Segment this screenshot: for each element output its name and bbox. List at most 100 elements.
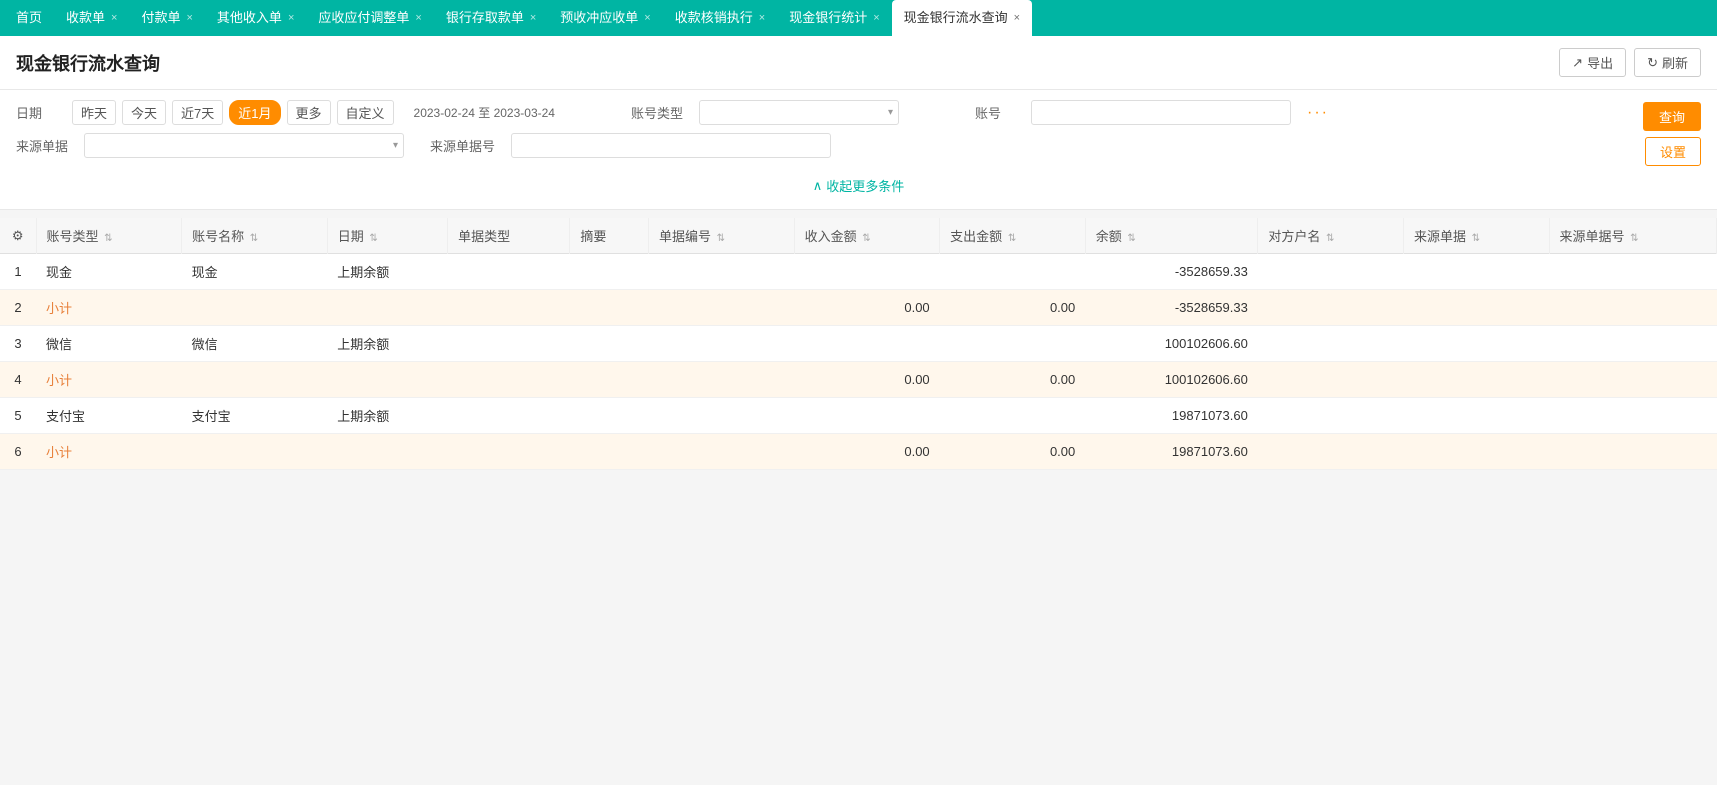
col-expense-label: 支出金额 [950,229,1002,244]
col-source-doc[interactable]: 来源单据 ⇅ [1403,218,1549,254]
nav-bank-deposit[interactable]: 银行存取款单 × [434,0,548,36]
cell-source-doc [1403,434,1549,470]
col-date[interactable]: 日期 ⇅ [327,218,447,254]
cell-date [327,434,447,470]
date-btn-7days[interactable]: 近7天 [172,100,223,125]
nav-collection-label: 收款核销执行 [675,0,753,36]
data-table: ⚙ 账号类型 ⇅ 账号名称 ⇅ 日期 ⇅ 单据类型 摘要 [0,218,1717,470]
col-income-label: 收入金额 [805,229,857,244]
col-doc-no-sort-icon: ⇅ [717,233,725,244]
nav-payment-label: 付款单 [141,0,180,36]
nav-payment[interactable]: 付款单 × [129,0,204,36]
col-account-type[interactable]: 账号类型 ⇅ [36,218,182,254]
cell-account-name: 微信 [182,326,328,362]
cell-income [794,398,940,434]
cell-row-num: 2 [0,290,36,326]
date-btn-more[interactable]: 更多 [287,100,331,125]
cell-doc-no [648,398,794,434]
table-row: 4小计0.000.00100102606.60 [0,362,1717,398]
account-dots-button[interactable]: ··· [1307,104,1329,122]
col-counterpart-sort-icon: ⇅ [1326,233,1334,244]
nav-bank-stats[interactable]: 现金银行统计 × [777,0,891,36]
account-label: 账号 [975,103,1015,122]
date-btn-custom[interactable]: 自定义 [337,100,394,125]
source-doc-no-input[interactable] [511,133,831,158]
col-expense[interactable]: 支出金额 ⇅ [940,218,1086,254]
settings-button[interactable]: 设置 [1645,137,1701,166]
date-btn-yesterday[interactable]: 昨天 [72,100,116,125]
nav-home[interactable]: 首页 [4,0,54,36]
nav-bank-stats-close[interactable]: × [873,0,879,36]
cell-counterpart [1258,326,1404,362]
nav-other-income[interactable]: 其他收入单 × [205,0,306,36]
cell-expense: 0.00 [940,434,1086,470]
nav-bank-stats-label: 现金银行统计 [789,0,867,36]
top-nav: 首页 收款单 × 付款单 × 其他收入单 × 应收应付调整单 × 银行存取款单 … [0,0,1717,36]
query-button[interactable]: 查询 [1643,102,1701,131]
nav-adjustment[interactable]: 应收应付调整单 × [306,0,433,36]
nav-bank-flow-close[interactable]: × [1014,0,1020,36]
cell-source-doc [1403,290,1549,326]
cell-source-doc-no [1549,362,1716,398]
cell-counterpart [1258,398,1404,434]
nav-bank-flow[interactable]: 现金银行流水查询 × [892,0,1032,36]
col-income[interactable]: 收入金额 ⇅ [794,218,940,254]
nav-payment-close[interactable]: × [186,0,192,36]
source-doc-label: 来源单据 [16,136,68,155]
header-actions: ↗ 导出 ↻ 刷新 [1559,48,1701,89]
table-row: 2小计0.000.00-3528659.33 [0,290,1717,326]
date-options: 昨天 今天 近7天 近1月 更多 自定义 [72,100,394,125]
date-label: 日期 [16,103,56,122]
col-income-sort-icon: ⇅ [862,233,870,244]
nav-other-income-close[interactable]: × [288,0,294,36]
date-btn-1month[interactable]: 近1月 [229,100,280,125]
nav-bank-deposit-close[interactable]: × [530,0,536,36]
cell-summary [570,290,649,326]
cell-balance: 100102606.60 [1085,362,1258,398]
collapse-bar[interactable]: ∧ 收起更多条件 [16,172,1701,199]
cell-row-num: 1 [0,254,36,290]
nav-collection[interactable]: 收款核销执行 × [663,0,777,36]
nav-receipt[interactable]: 收款单 × [54,0,129,36]
col-summary[interactable]: 摘要 [570,218,649,254]
refresh-button[interactable]: ↻ 刷新 [1634,48,1701,77]
nav-adjustment-close[interactable]: × [415,0,421,36]
account-type-select[interactable] [699,100,899,125]
cell-source-doc [1403,254,1549,290]
nav-collection-close[interactable]: × [759,0,765,36]
account-type-select-wrapper: ▾ [699,100,899,125]
col-counterpart[interactable]: 对方户名 ⇅ [1258,218,1404,254]
nav-adjustment-label: 应收应付调整单 [318,0,409,36]
cell-row-num: 3 [0,326,36,362]
nav-prepaid[interactable]: 预收冲应收单 × [548,0,662,36]
filter-area: 日期 昨天 今天 近7天 近1月 更多 [0,90,1717,210]
col-doc-type[interactable]: 单据类型 [448,218,570,254]
source-doc-select[interactable] [84,133,404,158]
export-button[interactable]: ↗ 导出 [1559,48,1626,77]
cell-income [794,254,940,290]
col-settings[interactable]: ⚙ [0,218,36,254]
col-source-doc-no[interactable]: 来源单据号 ⇅ [1549,218,1716,254]
cell-source-doc-no [1549,398,1716,434]
col-doc-type-label: 单据类型 [458,229,510,244]
cell-account-type: 小计 [36,290,182,326]
cell-doc-type [448,254,570,290]
cell-source-doc-no [1549,254,1716,290]
nav-receipt-close[interactable]: × [111,0,117,36]
col-balance[interactable]: 余额 ⇅ [1085,218,1258,254]
date-btn-today[interactable]: 今天 [122,100,166,125]
cell-doc-no [648,290,794,326]
cell-balance: -3528659.33 [1085,290,1258,326]
cell-date [327,290,447,326]
nav-prepaid-close[interactable]: × [644,0,650,36]
col-account-name[interactable]: 账号名称 ⇅ [182,218,328,254]
account-type-label: 账号类型 [631,103,683,122]
cell-summary [570,362,649,398]
account-input[interactable] [1031,100,1291,125]
date-range-display: 2023-02-24 至 2023-03-24 [414,104,555,121]
filter-row-date: 日期 昨天 今天 近7天 近1月 更多 [16,100,1627,125]
cell-expense [940,398,1086,434]
col-doc-no[interactable]: 单据编号 ⇅ [648,218,794,254]
cell-source-doc-no [1549,326,1716,362]
cell-doc-type [448,290,570,326]
